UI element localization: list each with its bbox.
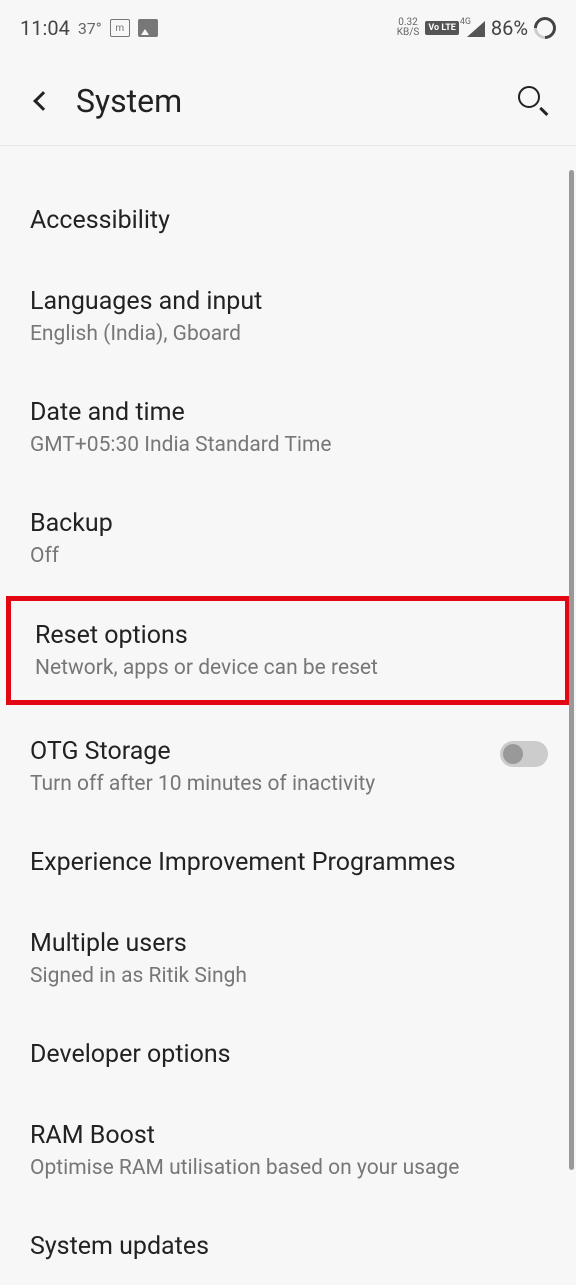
setting-item[interactable]: Reset options Network, apps or device can… — [6, 596, 570, 705]
network-speed: 0.32 KB/S — [397, 18, 420, 38]
settings-list: Accessibility Languages and input English … — [0, 146, 576, 1285]
setting-item[interactable]: Accessibility — [0, 146, 576, 259]
status-right: 0.32 KB/S Vo LTE 86% — [397, 16, 556, 40]
setting-title: System updates — [30, 1232, 546, 1261]
search-icon — [518, 86, 540, 108]
status-left: 11:04 37° m — [20, 16, 158, 40]
setting-title: Date and time — [30, 398, 546, 427]
app-header: System — [0, 56, 576, 146]
status-temperature: 37° — [78, 19, 102, 38]
status-time: 11:04 — [20, 16, 70, 40]
status-bar: 11:04 37° m 0.32 KB/S Vo LTE 86% — [0, 0, 576, 56]
toggle-switch[interactable] — [500, 741, 548, 767]
setting-title: Reset options — [35, 621, 541, 650]
setting-subtitle: English (India), Gboard — [30, 322, 546, 346]
battery-circle-icon — [529, 12, 560, 43]
setting-subtitle: Signed in as Ritik Singh — [30, 964, 546, 988]
signal-icon — [465, 19, 485, 37]
setting-subtitle: Network, apps or device can be reset — [35, 656, 541, 680]
battery-percentage: 86% — [491, 16, 528, 40]
setting-subtitle: Off — [30, 544, 546, 568]
setting-item[interactable]: Backup Off — [0, 481, 576, 592]
setting-title: Languages and input — [30, 287, 546, 316]
setting-item[interactable]: Experience Improvement Programmes — [0, 820, 576, 901]
search-button[interactable] — [518, 86, 548, 116]
back-button[interactable] — [28, 86, 58, 116]
setting-item[interactable]: System updates — [0, 1204, 576, 1285]
setting-subtitle: Optimise RAM utilisation based on your u… — [30, 1156, 546, 1180]
setting-item[interactable]: Languages and input English (India), Gboa… — [0, 259, 576, 370]
page-title: System — [76, 82, 518, 120]
setting-item[interactable]: Multiple users Signed in as Ritik Singh — [0, 901, 576, 1012]
image-icon — [138, 19, 158, 37]
setting-title: Developer options — [30, 1040, 546, 1069]
app-m-icon: m — [110, 19, 130, 37]
setting-title: Backup — [30, 509, 546, 538]
setting-subtitle: GMT+05:30 India Standard Time — [30, 433, 546, 457]
setting-title: Accessibility — [30, 206, 546, 235]
setting-title: OTG Storage — [30, 737, 546, 766]
setting-title: RAM Boost — [30, 1121, 546, 1150]
scrollbar[interactable] — [569, 170, 574, 1170]
setting-title: Multiple users — [30, 929, 546, 958]
setting-title: Experience Improvement Programmes — [30, 848, 546, 877]
chevron-left-icon — [33, 91, 53, 111]
setting-item[interactable]: RAM Boost Optimise RAM utilisation based … — [0, 1093, 576, 1204]
setting-subtitle: Turn off after 10 minutes of inactivity — [30, 772, 546, 796]
setting-item[interactable]: OTG Storage Turn off after 10 minutes of … — [0, 709, 576, 820]
setting-item[interactable]: Date and time GMT+05:30 India Standard Ti… — [0, 370, 576, 481]
setting-item[interactable]: Developer options — [0, 1012, 576, 1093]
volte-icon: Vo LTE — [425, 21, 459, 35]
